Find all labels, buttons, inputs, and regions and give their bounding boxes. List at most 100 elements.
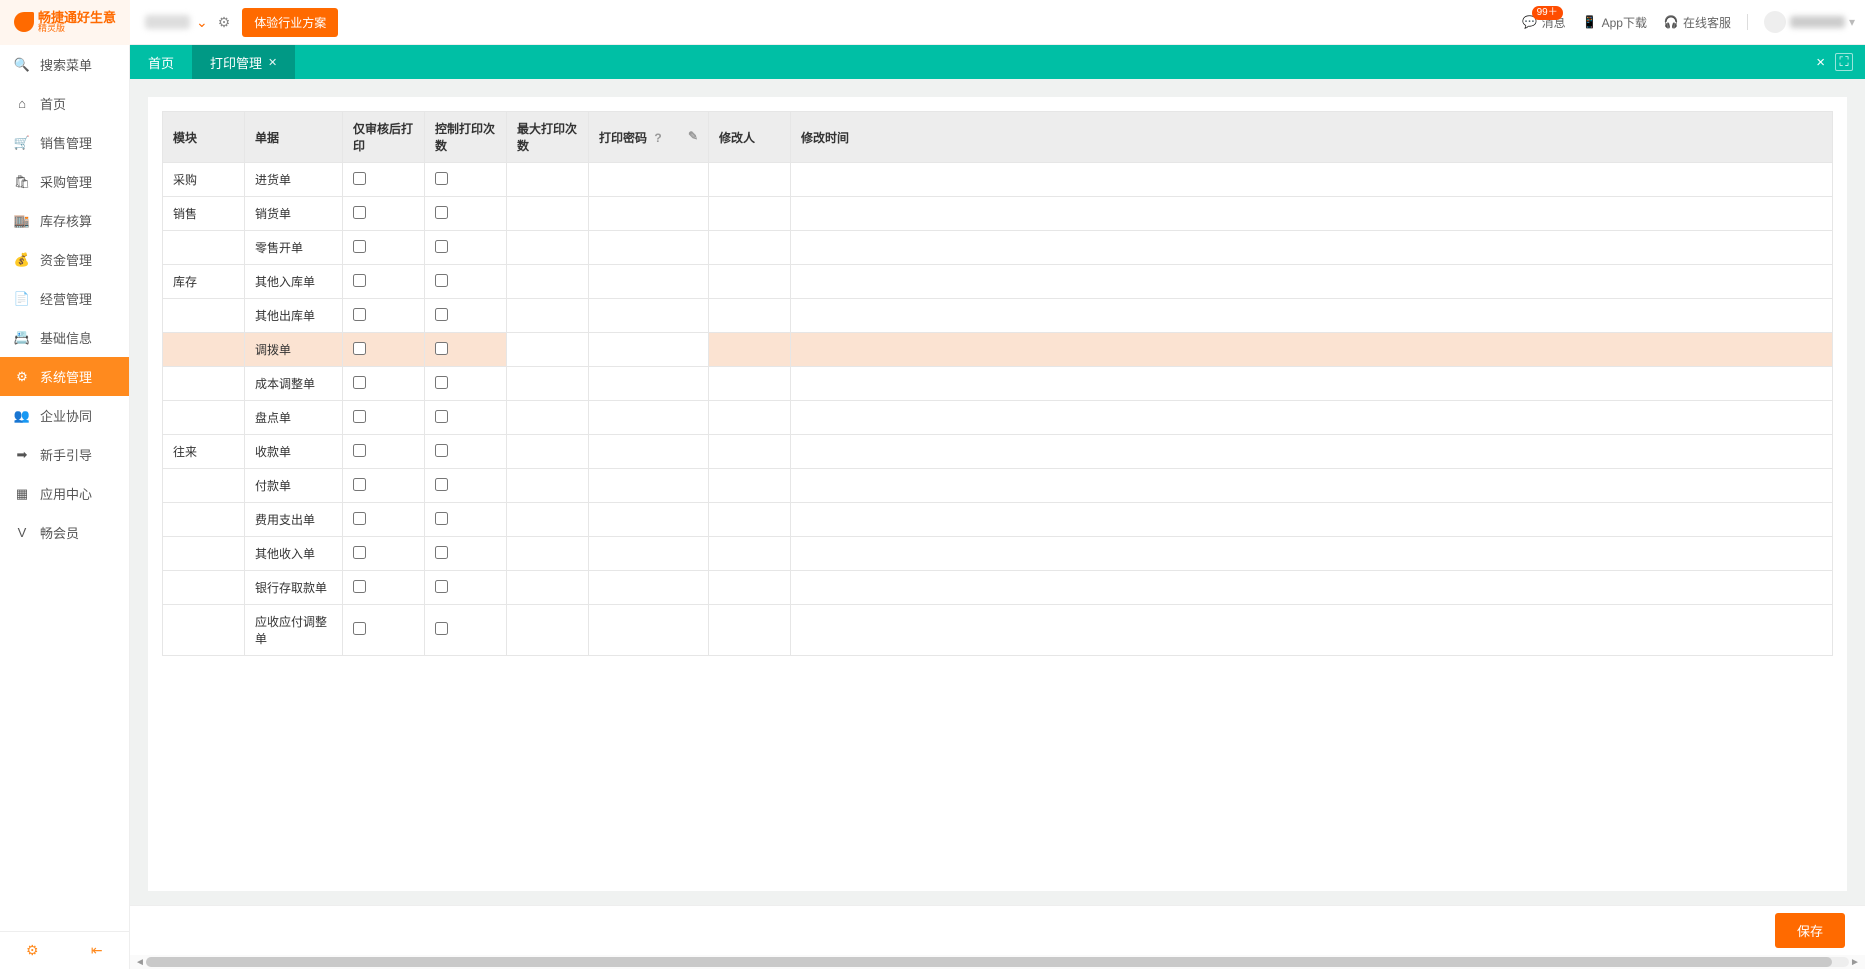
cell-max-count[interactable] <box>507 401 589 435</box>
brand-logo[interactable]: 畅捷通好生意 精灵版 <box>0 0 130 45</box>
cell-password[interactable] <box>589 163 709 197</box>
app-download-button[interactable]: 📱 App下载 <box>1582 14 1647 31</box>
cell-max-count[interactable] <box>507 571 589 605</box>
sidebar-item-5[interactable]: 💰资金管理 <box>0 240 129 279</box>
cell-max-count[interactable] <box>507 299 589 333</box>
audit-only-checkbox[interactable] <box>353 478 366 491</box>
settings-icon[interactable]: ⚙ <box>218 14 231 31</box>
sidebar-item-4[interactable]: 🏬库存核算 <box>0 201 129 240</box>
org-selector[interactable]: ⌄ <box>145 14 208 31</box>
limit-count-checkbox[interactable] <box>435 308 448 321</box>
cell-audit-only[interactable] <box>343 231 425 265</box>
cell-limit-count[interactable] <box>425 605 507 656</box>
cell-password[interactable] <box>589 605 709 656</box>
scroll-thumb[interactable] <box>146 957 1832 967</box>
cell-max-count[interactable] <box>507 367 589 401</box>
cell-password[interactable] <box>589 537 709 571</box>
limit-count-checkbox[interactable] <box>435 512 448 525</box>
sidebar-item-1[interactable]: ⌂首页 <box>0 84 129 123</box>
cell-max-count[interactable] <box>507 503 589 537</box>
cell-audit-only[interactable] <box>343 503 425 537</box>
cell-audit-only[interactable] <box>343 265 425 299</box>
help-icon[interactable]: ? <box>654 131 661 145</box>
cell-audit-only[interactable] <box>343 537 425 571</box>
horizontal-scrollbar[interactable]: ◄ ► <box>130 955 1865 969</box>
scroll-track[interactable] <box>146 957 1849 967</box>
audit-only-checkbox[interactable] <box>353 308 366 321</box>
sidebar-settings-button[interactable]: ⚙ <box>0 932 65 969</box>
cell-max-count[interactable] <box>507 435 589 469</box>
cell-limit-count[interactable] <box>425 299 507 333</box>
tab-home[interactable]: 首页 <box>130 45 192 79</box>
cell-max-count[interactable] <box>507 265 589 299</box>
cell-audit-only[interactable] <box>343 401 425 435</box>
cell-password[interactable] <box>589 367 709 401</box>
tab-close-all-icon[interactable]: × <box>1816 54 1825 71</box>
audit-only-checkbox[interactable] <box>353 410 366 423</box>
industry-plan-button[interactable]: 体验行业方案 <box>242 8 338 37</box>
cell-password[interactable] <box>589 571 709 605</box>
cell-limit-count[interactable] <box>425 265 507 299</box>
cell-max-count[interactable] <box>507 197 589 231</box>
cell-limit-count[interactable] <box>425 571 507 605</box>
sidebar-item-12[interactable]: V畅会员 <box>0 513 129 552</box>
limit-count-checkbox[interactable] <box>435 240 448 253</box>
sidebar-item-8[interactable]: ⚙系统管理 <box>0 357 129 396</box>
cell-password[interactable] <box>589 197 709 231</box>
limit-count-checkbox[interactable] <box>435 546 448 559</box>
cell-limit-count[interactable] <box>425 469 507 503</box>
cell-max-count[interactable] <box>507 333 589 367</box>
cell-limit-count[interactable] <box>425 197 507 231</box>
audit-only-checkbox[interactable] <box>353 342 366 355</box>
limit-count-checkbox[interactable] <box>435 478 448 491</box>
cell-audit-only[interactable] <box>343 299 425 333</box>
sidebar-item-0[interactable]: 🔍搜索菜单 <box>0 45 129 84</box>
cell-password[interactable] <box>589 333 709 367</box>
cell-limit-count[interactable] <box>425 435 507 469</box>
cell-password[interactable] <box>589 435 709 469</box>
cell-password[interactable] <box>589 299 709 333</box>
cell-max-count[interactable] <box>507 231 589 265</box>
tab-print-management[interactable]: 打印管理 ✕ <box>192 45 295 79</box>
limit-count-checkbox[interactable] <box>435 376 448 389</box>
cell-limit-count[interactable] <box>425 503 507 537</box>
close-icon[interactable]: ✕ <box>268 56 277 69</box>
audit-only-checkbox[interactable] <box>353 240 366 253</box>
limit-count-checkbox[interactable] <box>435 622 448 635</box>
limit-count-checkbox[interactable] <box>435 274 448 287</box>
cell-limit-count[interactable] <box>425 163 507 197</box>
cell-max-count[interactable] <box>507 605 589 656</box>
cell-max-count[interactable] <box>507 163 589 197</box>
scroll-right-icon[interactable]: ► <box>1849 957 1861 968</box>
cell-limit-count[interactable] <box>425 333 507 367</box>
limit-count-checkbox[interactable] <box>435 342 448 355</box>
cell-max-count[interactable] <box>507 469 589 503</box>
messages-button[interactable]: 💬 消息 99＋ <box>1522 14 1566 31</box>
cell-limit-count[interactable] <box>425 401 507 435</box>
limit-count-checkbox[interactable] <box>435 206 448 219</box>
cell-limit-count[interactable] <box>425 231 507 265</box>
limit-count-checkbox[interactable] <box>435 172 448 185</box>
audit-only-checkbox[interactable] <box>353 444 366 457</box>
sidebar-item-3[interactable]: 🛍采购管理 <box>0 162 129 201</box>
audit-only-checkbox[interactable] <box>353 580 366 593</box>
cell-password[interactable] <box>589 231 709 265</box>
sidebar-item-9[interactable]: 👥企业协同 <box>0 396 129 435</box>
cell-password[interactable] <box>589 503 709 537</box>
audit-only-checkbox[interactable] <box>353 206 366 219</box>
cell-password[interactable] <box>589 265 709 299</box>
limit-count-checkbox[interactable] <box>435 410 448 423</box>
sidebar-item-10[interactable]: ➡新手引导 <box>0 435 129 474</box>
sidebar-collapse-button[interactable]: ⇤ <box>65 932 130 969</box>
online-service-button[interactable]: 🎧 在线客服 <box>1663 14 1731 31</box>
cell-password[interactable] <box>589 401 709 435</box>
save-button[interactable]: 保存 <box>1775 913 1845 948</box>
audit-only-checkbox[interactable] <box>353 622 366 635</box>
edit-icon[interactable]: ✎ <box>688 129 698 143</box>
cell-audit-only[interactable] <box>343 435 425 469</box>
cell-audit-only[interactable] <box>343 197 425 231</box>
limit-count-checkbox[interactable] <box>435 444 448 457</box>
audit-only-checkbox[interactable] <box>353 546 366 559</box>
user-menu[interactable]: ▾ <box>1764 11 1855 33</box>
cell-limit-count[interactable] <box>425 537 507 571</box>
